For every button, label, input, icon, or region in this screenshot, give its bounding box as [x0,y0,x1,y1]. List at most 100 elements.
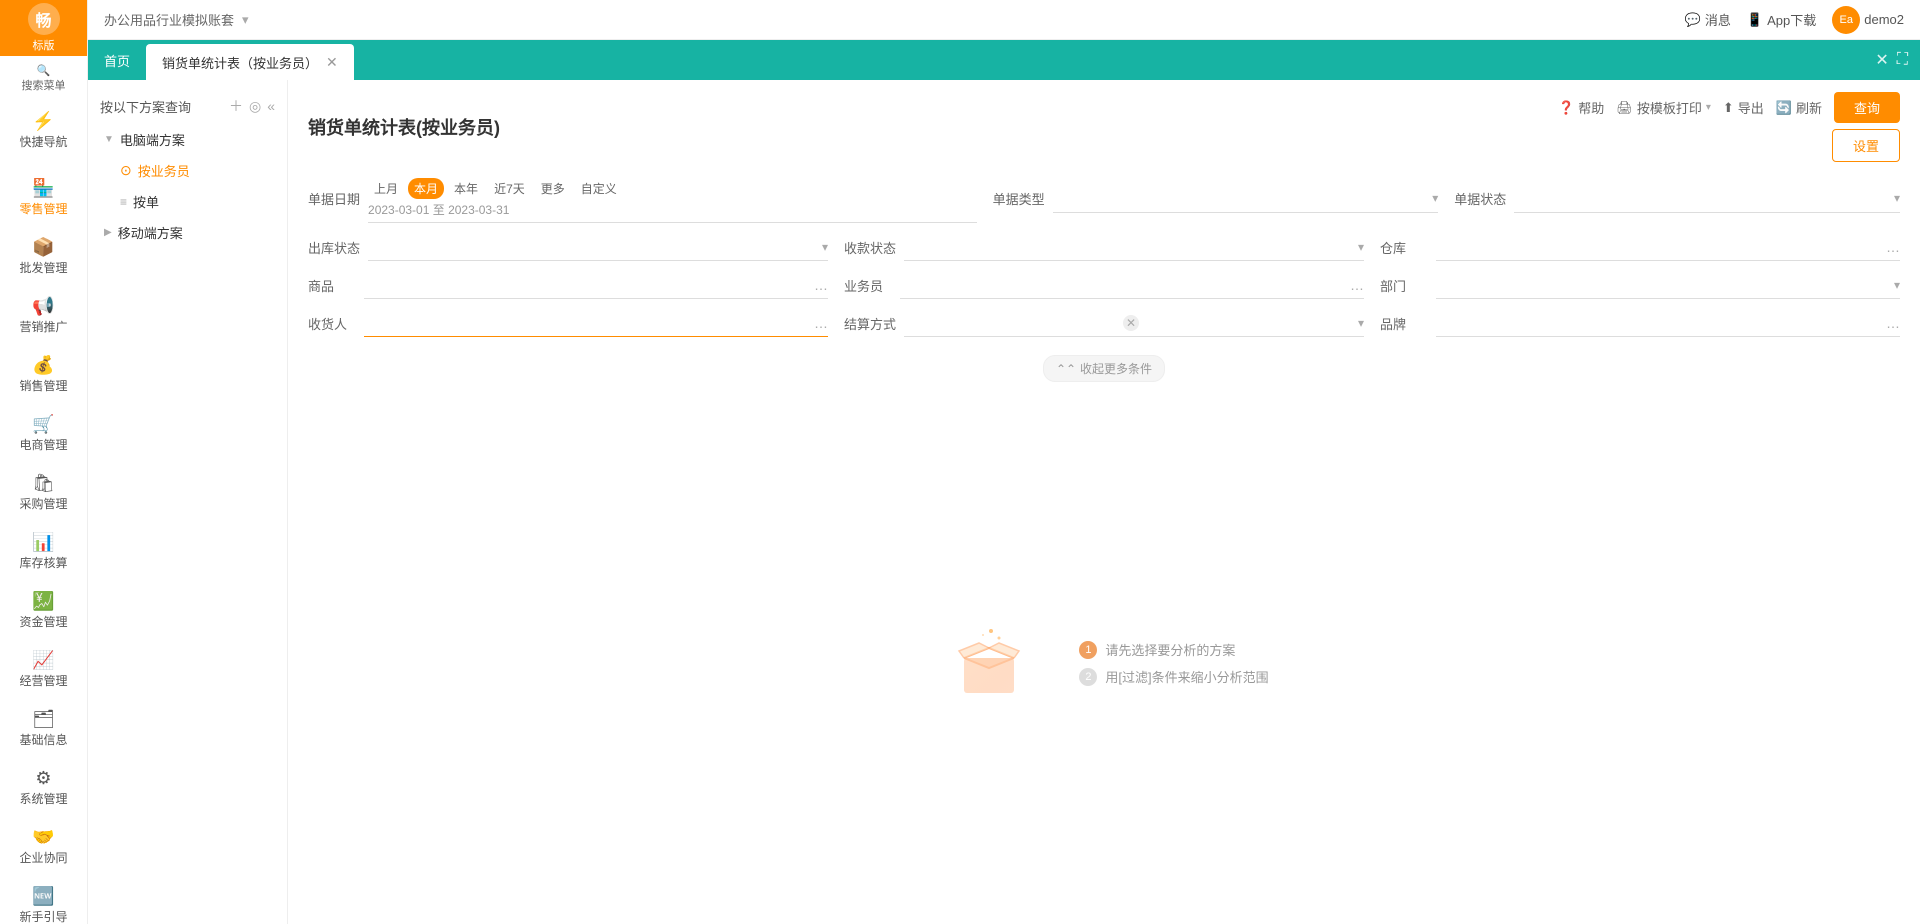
sidebar-item-retail[interactable]: 🏪 零售管理 [0,168,87,227]
settings-button[interactable]: 设置 [1832,129,1900,162]
filter-receiptstatus-item: 收款状态 ▾ [844,233,1364,261]
sidebar-item-purchase[interactable]: 🛍 采购管理 [0,463,87,522]
sidebar-item-system[interactable]: ⚙ 系统管理 [0,758,87,817]
goods-filter-input[interactable]: … [364,271,828,299]
status-arrow-icon: ▾ [1894,191,1900,205]
add-scheme-icon[interactable]: ＋ [229,96,243,116]
sidebar-item-wholesale[interactable]: 📦 批发管理 [0,227,87,286]
sidebar-item-search[interactable]: 🔍 搜索菜单 [0,56,87,101]
date-btn-last-month[interactable]: 上月 [368,178,404,199]
left-panel: 按以下方案查询 ＋ ◎ « ▼ 电脑端方案 ⊙ 按业务员 ≡ 按单 [88,80,288,924]
type-filter-input[interactable]: ▾ [1053,185,1439,213]
user-name: demo2 [1864,12,1904,27]
sidebar-item-ecommerce[interactable]: 🛒 电商管理 [0,404,87,463]
left-panel-icons: ＋ ◎ « [229,96,275,116]
group-expand-icon: ▼ [104,134,114,145]
export-label: 导出 [1738,98,1764,117]
tab-expand-btn[interactable]: ⛶ [1897,51,1908,69]
sidebar-item-enterprise[interactable]: 🤝 企业协同 [0,817,87,876]
out-status-filter-input[interactable]: ▾ [368,233,828,261]
date-range-text: 2023-03-01 至 2023-03-31 [368,201,977,218]
sidebar-enterprise-label: 企业协同 [19,849,67,866]
right-panel: 销货单统计表(按业务员) ❓ 帮助 🖨 按模板打印 ▾ [288,80,1920,924]
quicknav-icon: ⚡ [32,111,56,131]
status-filter-input[interactable]: ▾ [1514,185,1900,213]
sidebar-item-basic[interactable]: 🗂 基础信息 [0,699,87,758]
sidebar-finance-label: 资金管理 [19,613,67,630]
sidebar-purchase-label: 采购管理 [19,495,67,512]
message-btn[interactable]: 💬 消息 [1685,10,1731,29]
settlement-filter-input[interactable]: ✕ ▾ [904,309,1364,337]
date-btn-last-7days[interactable]: 近7天 [488,178,531,199]
scheme-order-label: 按单 [133,192,159,211]
date-btn-more[interactable]: 更多 [535,178,571,199]
sidebar-item-inventory[interactable]: 📊 库存核算 [0,522,87,581]
date-filter-input[interactable]: 上月 本月 本年 近7天 更多 自定义 2023-03-01 至 2023-03… [368,174,977,223]
export-btn[interactable]: ⬆ 导出 [1723,98,1764,117]
settlement-label: 结算方式 [844,314,896,333]
salesman-filter-input[interactable]: … [900,271,1364,299]
warehouse-filter-input[interactable]: … [1436,233,1900,261]
template-print-btn[interactable]: 🖨 按模板打印 ▾ [1616,98,1711,117]
sidebar-wholesale-label: 批发管理 [19,259,67,276]
consignee-filter-input[interactable]: … [364,309,828,337]
app-subtitle: 标版 [33,37,55,53]
sidebar-item-guide[interactable]: 🆕 新手引导 [0,876,87,924]
tab-sales-stat[interactable]: 销货单统计表（按业务员） ✕ [146,44,354,80]
empty-state-inner: 1 请先选择要分析的方案 2 用[过滤]条件来缩小分析范围 [939,613,1268,713]
collapse-panel-icon[interactable]: « [267,98,275,114]
scheme-group-mobile[interactable]: ▶ 移动端方案 [88,217,287,248]
tab-home[interactable]: 首页 [88,40,146,80]
sidebar-basic-label: 基础信息 [19,731,67,748]
collapse-btn[interactable]: ⌃⌃ 收起更多条件 [1043,355,1165,382]
date-buttons-row: 上月 本月 本年 近7天 更多 自定义 [368,178,977,199]
date-btn-this-month[interactable]: 本月 [408,178,444,199]
sidebar-item-marketing[interactable]: 📢 营销推广 [0,286,87,345]
sidebar-item-sales[interactable]: 💰 销售管理 [0,345,87,404]
settlement-close-icon[interactable]: ✕ [1123,315,1139,331]
filter-brand-item: 品牌 … [1380,309,1900,337]
date-btn-custom[interactable]: 自定义 [575,178,623,199]
tab-close-btn[interactable]: ✕ [1875,50,1888,70]
retail-icon: 🏪 [32,178,56,198]
tab-sales-stat-label: 销货单统计表（按业务员） [162,53,318,72]
filter-consignee-item: 收货人 … [308,309,828,337]
sidebar-item-finance[interactable]: 💹 资金管理 [0,581,87,640]
department-filter-input[interactable]: ▾ [1436,271,1900,299]
empty-tips: 1 请先选择要分析的方案 2 用[过滤]条件来缩小分析范围 [1079,640,1268,686]
help-btn[interactable]: ❓ 帮助 [1558,98,1604,117]
template-print-label: 按模板打印 [1637,98,1702,117]
empty-icon-wrapper [939,613,1039,713]
operations-icon: 📈 [32,650,56,670]
filter-status-item: 单据状态 ▾ [1454,185,1900,213]
empty-box-icon [939,613,1039,713]
breadcrumb-arrow-icon[interactable]: ▾ [242,12,249,28]
main-area: 办公用品行业模拟账套 ▾ 💬 消息 📱 App下载 Ea demo2 首页 [88,0,1920,924]
tip-2-text: 用[过滤]条件来缩小分析范围 [1105,667,1268,686]
salesman-dots-icon: … [1350,277,1364,293]
scheme-group-desktop[interactable]: ▼ 电脑端方案 [88,124,287,155]
brand-label: 品牌 [1380,314,1428,333]
settings-scheme-icon[interactable]: ◎ [249,98,261,115]
receipt-status-label: 收款状态 [844,238,896,257]
refresh-btn[interactable]: 🔄 刷新 [1776,98,1822,117]
app-download-btn[interactable]: 📱 App下载 [1747,10,1816,29]
user-profile-btn[interactable]: Ea demo2 [1832,6,1904,34]
scheme-item-by-order[interactable]: ≡ 按单 [88,186,287,217]
sidebar-item-operations[interactable]: 📈 经营管理 [0,640,87,699]
filter-row-1: 单据日期 上月 本月 本年 近7天 更多 自定义 [308,174,1900,223]
tab-close-icon[interactable]: ✕ [326,54,338,71]
sidebar-item-quicknav[interactable]: ⚡ 快捷导航 [0,101,87,160]
query-button[interactable]: 查询 [1834,92,1900,123]
sales-icon: 💰 [32,355,56,375]
system-icon: ⚙ [32,768,56,788]
scheme-item-by-salesman[interactable]: ⊙ 按业务员 [88,155,287,186]
empty-state: 1 请先选择要分析的方案 2 用[过滤]条件来缩小分析范围 [288,402,1920,924]
search-icon: 🔍 [37,64,51,77]
date-btn-this-year[interactable]: 本年 [448,178,484,199]
message-icon: 💬 [1685,12,1701,28]
goods-dots-icon: … [814,277,828,293]
type-arrow-icon: ▾ [1432,191,1438,205]
brand-filter-input[interactable]: … [1436,309,1900,337]
receipt-status-filter-input[interactable]: ▾ [904,233,1364,261]
